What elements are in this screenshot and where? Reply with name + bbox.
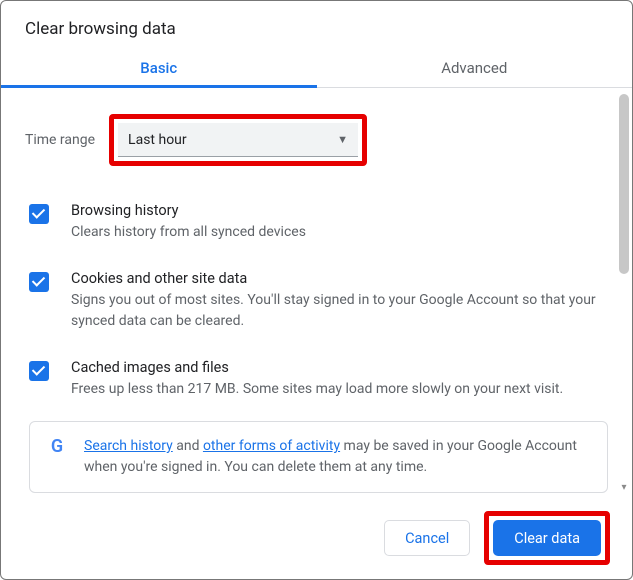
tabs: Basic Advanced: [1, 47, 632, 88]
option-browsing-history: Browsing history Clears history from all…: [25, 192, 614, 260]
time-range-row: Time range Last hour ▼: [25, 88, 614, 192]
time-range-value: Last hour: [128, 132, 187, 148]
option-title: Browsing history: [71, 202, 604, 219]
checkbox-cache[interactable]: [29, 361, 49, 381]
link-other-activity[interactable]: other forms of activity: [203, 438, 340, 454]
clear-browsing-data-dialog: Clear browsing data Basic Advanced ▾ Tim…: [0, 0, 633, 580]
google-logo-icon: G: [46, 436, 68, 458]
option-cookies: Cookies and other site data Signs you ou…: [25, 260, 614, 349]
time-range-label: Time range: [25, 132, 95, 148]
option-desc: Signs you out of most sites. You'll stay…: [71, 290, 604, 331]
cancel-button[interactable]: Cancel: [384, 520, 470, 556]
checkbox-cookies[interactable]: [29, 272, 49, 292]
google-account-info: G Search history and other forms of acti…: [29, 421, 608, 493]
tab-basic[interactable]: Basic: [1, 47, 317, 87]
clear-data-highlight: Clear data: [484, 511, 610, 565]
option-desc: Clears history from all synced devices: [71, 222, 604, 242]
link-search-history[interactable]: Search history: [84, 438, 173, 454]
option-desc: Frees up less than 217 MB. Some sites ma…: [71, 379, 604, 399]
option-cache: Cached images and files Frees up less th…: [25, 349, 614, 417]
checkbox-browsing-history[interactable]: [29, 204, 49, 224]
dialog-footer: Cancel Clear data: [1, 500, 632, 579]
dialog-title: Clear browsing data: [1, 1, 632, 47]
tab-advanced[interactable]: Advanced: [317, 47, 633, 87]
option-title: Cookies and other site data: [71, 270, 604, 287]
option-title: Cached images and files: [71, 359, 604, 376]
dialog-body: ▾ Time range Last hour ▼ Browsing histor…: [1, 88, 632, 500]
scroll-down-icon[interactable]: ▾: [618, 482, 630, 494]
time-range-highlight: Last hour ▼: [109, 114, 367, 166]
clear-data-button[interactable]: Clear data: [493, 520, 601, 556]
time-range-select[interactable]: Last hour ▼: [118, 123, 358, 157]
chevron-down-icon: ▼: [337, 133, 348, 146]
info-text: Search history and other forms of activi…: [84, 436, 591, 478]
scrollbar-thumb[interactable]: [619, 94, 629, 274]
